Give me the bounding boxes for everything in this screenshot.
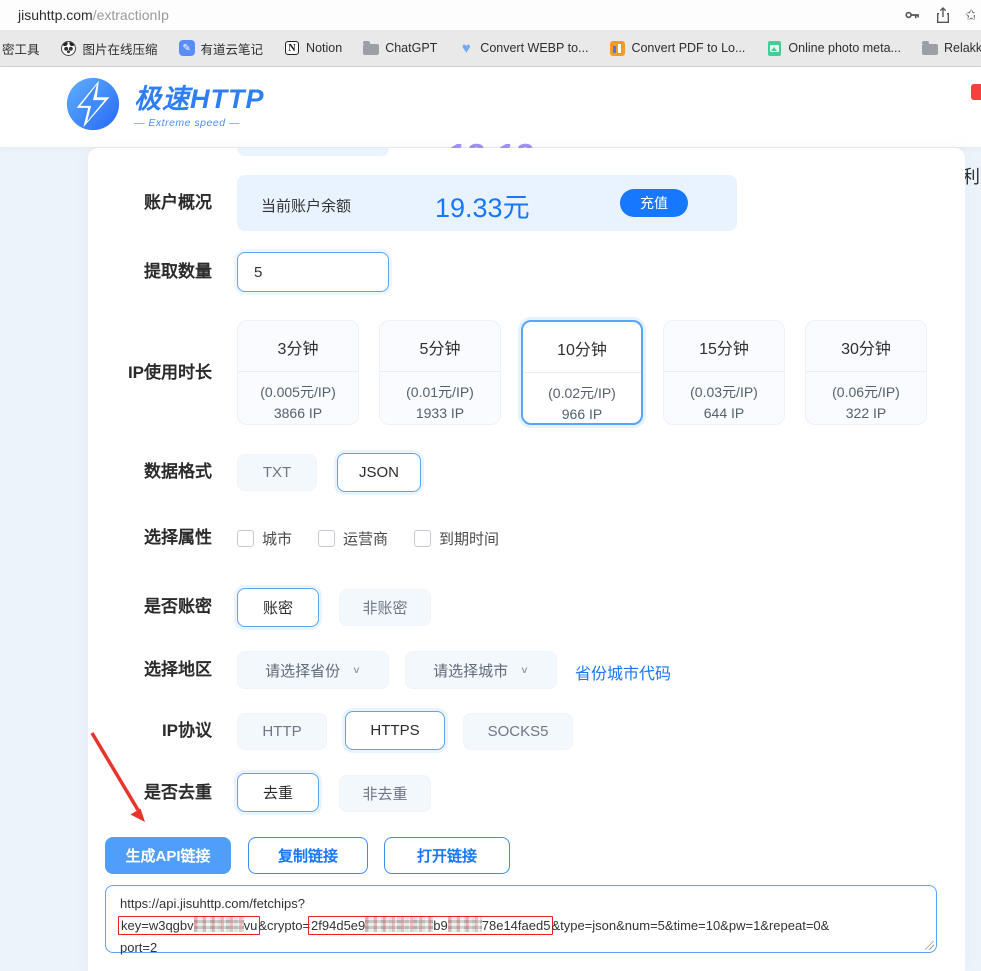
folder-icon bbox=[363, 40, 380, 56]
mosaic-redaction bbox=[193, 917, 244, 932]
auth-option-account-selected[interactable]: 账密 bbox=[237, 588, 319, 627]
dedup-label: 是否去重 bbox=[144, 783, 212, 802]
notion-icon: N bbox=[284, 40, 300, 56]
account-balance-box: 当前账户余额 19.33元 充值 bbox=[237, 175, 737, 231]
url-host: jisuhttp.com bbox=[18, 7, 93, 23]
bookmark-chatgpt-folder[interactable]: ChatGPT bbox=[363, 40, 437, 56]
recharge-button[interactable]: 充值 bbox=[620, 189, 688, 217]
browser-url-bar: jisuhttp.com/extractionIp ✩ bbox=[0, 0, 981, 30]
folder-icon bbox=[921, 40, 938, 56]
api-url-line3: port=2 bbox=[120, 940, 158, 955]
site-header: 极速HTTP — Extreme speed — 首页 12.12 套餐购买 I… bbox=[0, 67, 981, 208]
bookmark-relakkes[interactable]: Relakkes bbox=[921, 40, 981, 56]
bookmark-photo-meta[interactable]: Online photo meta... bbox=[766, 40, 901, 56]
checkbox-carrier[interactable]: 运营商 bbox=[318, 528, 388, 549]
redaction-annotation-box-key: key=w3qgbv vu bbox=[118, 916, 261, 935]
auth-label: 是否账密 bbox=[144, 597, 212, 616]
open-link-button[interactable]: 打开链接 bbox=[384, 837, 510, 874]
duration-label: IP使用时长 bbox=[127, 363, 212, 382]
checkbox-box bbox=[414, 530, 432, 547]
url-path: /extractionIp bbox=[92, 7, 169, 23]
logo-subtitle: — Extreme speed — bbox=[134, 117, 240, 129]
protocol-option-https-selected[interactable]: HTTPS bbox=[345, 711, 445, 750]
attributes-group: 城市 运营商 到期时间 bbox=[237, 528, 499, 549]
mosaic-redaction bbox=[447, 917, 482, 932]
balance-label: 当前账户余额 bbox=[261, 198, 352, 215]
heart-icon: ♥ bbox=[461, 39, 471, 57]
partial-star-icon[interactable]: ✩ bbox=[965, 6, 975, 24]
generate-api-link-button[interactable]: 生成API链接 bbox=[105, 837, 231, 874]
api-url-line2: key=w3qgbv vu&crypto=2f94d5e9 b9 78e14faed5… bbox=[118, 915, 922, 937]
region-label: 选择地区 bbox=[144, 660, 212, 679]
checkbox-expire-time[interactable]: 到期时间 bbox=[414, 528, 499, 549]
password-key-icon[interactable] bbox=[903, 6, 921, 24]
bookmarks-bar: 密工具 图片在线压缩 ✎ 有道云笔记 N Notion ChatGPT ♥ Conve… bbox=[0, 30, 981, 67]
duration-option-3min[interactable]: 3分钟 (0.005元/IP) 3866 IP bbox=[237, 320, 359, 425]
nav-red-badge-fragment bbox=[971, 84, 981, 100]
extraction-form-card: 账户概况 当前账户余额 19.33元 充值 提取数量 IP使用时长 3分钟 (0… bbox=[88, 148, 965, 971]
share-icon[interactable] bbox=[935, 6, 951, 24]
format-option-txt[interactable]: TXT bbox=[237, 454, 317, 491]
duration-option-5min[interactable]: 5分钟 (0.01元/IP) 1933 IP bbox=[379, 320, 501, 425]
bookmark-encrypt-tool[interactable]: 密工具 bbox=[2, 39, 40, 58]
redaction-annotation-box-crypto: 2f94d5e9 b9 78e14faed5 bbox=[308, 916, 554, 935]
balance-value: 19.33元 bbox=[435, 193, 530, 223]
chevron-down-icon: ∨ bbox=[520, 664, 529, 676]
photo-meta-icon bbox=[766, 40, 782, 56]
format-option-json-selected[interactable]: JSON bbox=[337, 453, 421, 492]
duration-option-30min[interactable]: 30分钟 (0.06元/IP) 322 IP bbox=[805, 320, 927, 425]
attributes-label: 选择属性 bbox=[144, 528, 212, 547]
protocol-option-http[interactable]: HTTP bbox=[237, 713, 327, 750]
lightning-logo-icon bbox=[64, 75, 122, 138]
youdao-pen-icon: ✎ bbox=[178, 40, 195, 56]
account-overview-label: 账户概况 bbox=[144, 193, 212, 212]
protocol-label: IP协议 bbox=[161, 721, 212, 740]
auth-option-no-account[interactable]: 非账密 bbox=[339, 589, 431, 626]
protocol-option-socks5[interactable]: SOCKS5 bbox=[463, 713, 573, 750]
checkbox-box bbox=[237, 530, 254, 547]
checkbox-box bbox=[318, 530, 336, 547]
duration-option-10min-selected[interactable]: 10分钟 (0.02元/IP) 966 IP bbox=[521, 320, 643, 425]
duration-option-15min[interactable]: 15分钟 (0.03元/IP) 644 IP bbox=[663, 320, 785, 425]
bookmark-convert-pdf[interactable]: Convert PDF to Lo... bbox=[609, 40, 745, 56]
bookmark-youdao-note[interactable]: ✎ 有道云笔记 bbox=[178, 39, 263, 58]
logo-title: 极速HTTP bbox=[134, 84, 265, 114]
api-url-textarea[interactable]: https://api.jisuhttp.com/fetchips? key=w… bbox=[105, 885, 937, 955]
province-select[interactable]: 请选择省份 ∨ bbox=[237, 651, 389, 689]
mosaic-redaction bbox=[365, 917, 434, 932]
checkbox-city[interactable]: 城市 bbox=[237, 528, 292, 549]
bookmark-image-compress[interactable]: 图片在线压缩 bbox=[61, 39, 158, 58]
province-city-code-link[interactable]: 省份城市代码 bbox=[575, 660, 671, 684]
address-bar[interactable]: jisuhttp.com/extractionIp bbox=[18, 7, 169, 23]
bookmark-notion[interactable]: N Notion bbox=[284, 40, 342, 56]
bookmark-convert-webp[interactable]: ♥ Convert WEBP to... bbox=[458, 39, 589, 57]
api-url-line1: https://api.jisuhttp.com/fetchips? bbox=[120, 896, 305, 911]
scrolled-partial-box bbox=[237, 148, 389, 156]
format-label: 数据格式 bbox=[144, 462, 212, 481]
chevron-down-icon: ∨ bbox=[352, 664, 361, 676]
quantity-input[interactable] bbox=[237, 252, 389, 292]
quantity-label: 提取数量 bbox=[144, 262, 212, 281]
dedup-option-no[interactable]: 非去重 bbox=[339, 775, 431, 812]
pdf-tool-icon bbox=[609, 40, 625, 56]
dedup-option-yes-selected[interactable]: 去重 bbox=[237, 773, 319, 812]
site-logo[interactable]: 极速HTTP — Extreme speed — bbox=[64, 75, 265, 138]
city-select[interactable]: 请选择城市 ∨ bbox=[405, 651, 557, 689]
copy-link-button[interactable]: 复制链接 bbox=[248, 837, 368, 874]
panda-icon bbox=[61, 40, 77, 56]
